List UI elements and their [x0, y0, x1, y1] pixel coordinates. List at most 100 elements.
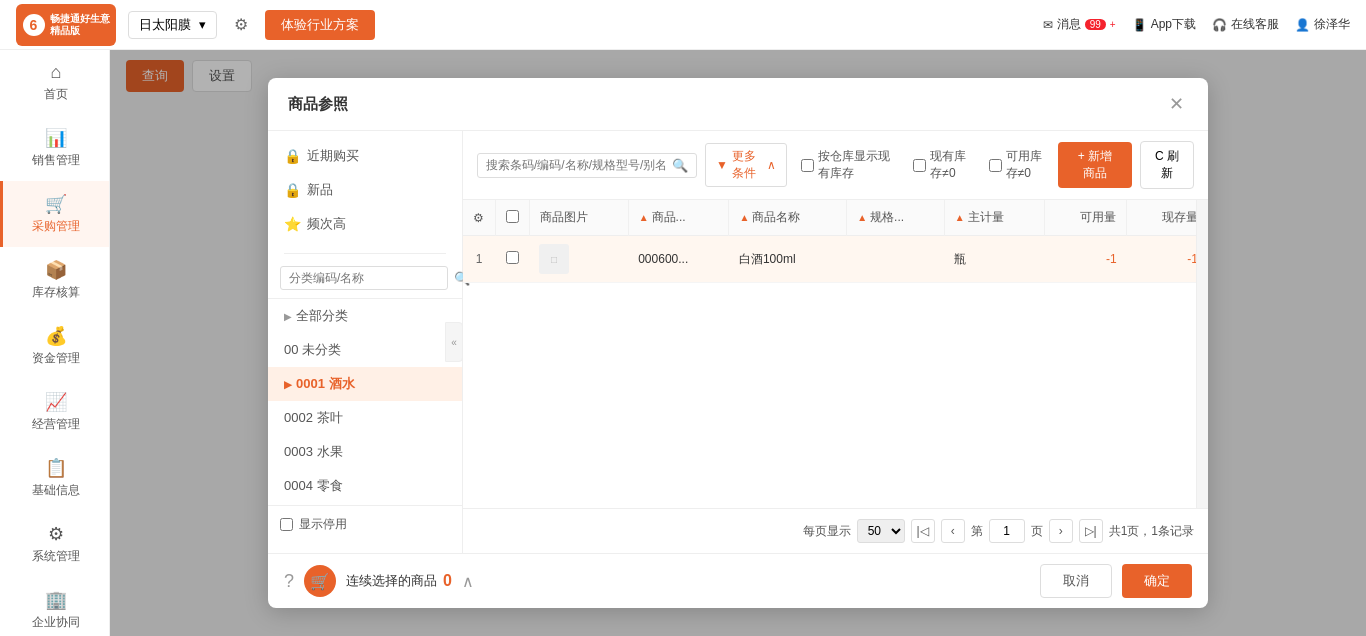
filter-label: 更多条件 [732, 148, 763, 182]
sidebar-item-sales[interactable]: 📊 销售管理 [0, 115, 109, 181]
frequent-item[interactable]: ⭐ 频次高 [268, 207, 462, 241]
warehouse-checkbox-label[interactable]: 按仓库显示现有库存 [801, 148, 899, 182]
product-dialog: 商品参照 ✕ 🔒 近期购买 🔒 [268, 78, 1208, 608]
usable-ne0-checkbox[interactable] [989, 159, 1002, 172]
messages-btn[interactable]: ✉ 消息 99 + [1043, 16, 1116, 33]
th-img-label: 商品图片 [540, 210, 588, 224]
sidebar-item-label: 经营管理 [32, 416, 80, 433]
sort-icon: ▲ [739, 212, 749, 223]
last-page-btn[interactable]: ▷| [1079, 519, 1103, 543]
settings-icon[interactable]: ⚙ [225, 9, 257, 41]
help-icon[interactable]: ? [284, 571, 294, 592]
category-all[interactable]: ▶ 全部分类 [268, 299, 462, 333]
recent-icon: 🔒 [284, 148, 301, 164]
prev-page-btn[interactable]: ‹ [941, 519, 965, 543]
next-page-btn[interactable]: › [1049, 519, 1073, 543]
product-search-input[interactable] [486, 158, 666, 172]
first-page-btn[interactable]: |◁ [911, 519, 935, 543]
show-disabled-label: 显示停用 [299, 516, 347, 533]
tenant-name: 日太阳膜 [139, 16, 191, 34]
sidebar-item-operations[interactable]: 📈 经营管理 [0, 379, 109, 445]
exp-btn[interactable]: 体验行业方案 [265, 10, 375, 40]
warehouse-checkbox[interactable] [801, 159, 814, 172]
th-settings[interactable]: ⚙ [463, 200, 495, 236]
category-liquor[interactable]: ▶ 0001 酒水 [268, 367, 462, 401]
dialog-close-button[interactable]: ✕ [1164, 92, 1188, 116]
dialog-footer: ? 🛒 连续选择的商品 0 ∧ 取消 确定 [268, 553, 1208, 608]
selected-info: 连续选择的商品 0 [346, 572, 452, 590]
category-uncategorized[interactable]: 00 未分类 [268, 333, 462, 367]
refresh-btn[interactable]: C 刷新 [1140, 141, 1194, 189]
page-number-input[interactable] [989, 519, 1025, 543]
cell-num: 1 [463, 236, 495, 283]
logo-text: 畅捷通好生意 精品版 [50, 13, 110, 37]
tenant-dropdown[interactable]: 日太阳膜 ▾ [128, 11, 217, 39]
cell-name: 白酒100ml [729, 236, 847, 283]
sidebar-item-inventory[interactable]: 📦 库存核算 [0, 247, 109, 313]
th-code[interactable]: ▲ 商品... [628, 200, 729, 236]
sidebar-item-finance[interactable]: 💰 资金管理 [0, 313, 109, 379]
stock-ne0-checkbox[interactable] [913, 159, 926, 172]
operations-icon: 📈 [45, 391, 67, 413]
online-service-btn[interactable]: 🎧 在线客服 [1212, 16, 1279, 33]
sidebar-item-enterprise[interactable]: 🏢 企业协同 [0, 577, 109, 636]
sidebar-item-home[interactable]: ⌂ 首页 [0, 50, 109, 115]
th-name[interactable]: ▲ 商品名称 [729, 200, 847, 236]
product-toolbar: 🔍 ▼ 更多条件 ∧ 按仓库显示现有库存 [463, 131, 1208, 200]
sidebar-item-label: 企业协同 [32, 614, 80, 631]
page-size-select[interactable]: 50 [857, 519, 905, 543]
category-tea[interactable]: 0002 茶叶 [268, 401, 462, 435]
add-product-btn[interactable]: + 新增商品 [1058, 142, 1132, 188]
category-snacks[interactable]: 0004 零食 [268, 469, 462, 503]
th-name-label: 商品名称 [752, 209, 800, 226]
cell-available: -1 [1045, 236, 1127, 283]
modal-overlay: 商品参照 ✕ 🔒 近期购买 🔒 [110, 50, 1366, 636]
sort-icon: ▲ [639, 212, 649, 223]
home-icon: ⌂ [51, 62, 62, 83]
user-avatar[interactable]: 👤 徐泽华 [1295, 16, 1350, 33]
page-unit: 页 [1031, 523, 1043, 540]
cancel-button[interactable]: 取消 [1040, 564, 1112, 598]
stock-ne0-label: 现有库存≠0 [930, 148, 974, 182]
available-value: -1 [1106, 252, 1117, 266]
page-label: 第 [971, 523, 983, 540]
table-row[interactable]: 1 □ [463, 236, 1208, 283]
product-table: ⚙ 商品图片 [463, 200, 1208, 283]
collapse-left-panel-btn[interactable]: « [445, 322, 463, 362]
last-page-icon: ▷| [1085, 524, 1097, 538]
category-arrow-active: ▶ [284, 379, 292, 390]
left-divider [284, 253, 446, 254]
cart-icon[interactable]: 🛒 [304, 565, 336, 597]
app-download-icon: 📱 [1132, 18, 1147, 32]
confirm-button[interactable]: 确定 [1122, 564, 1192, 598]
product-search-icon[interactable]: 🔍 [672, 158, 688, 173]
footer-buttons: 取消 确定 [1040, 564, 1192, 598]
app-download-btn[interactable]: 📱 App下载 [1132, 16, 1196, 33]
row-checkbox[interactable] [506, 251, 519, 264]
th-unit[interactable]: ▲ 主计量 [944, 200, 1045, 236]
usable-ne0-checkbox-label[interactable]: 可用库存≠0 [989, 148, 1050, 182]
sidebar-item-system[interactable]: ⚙ 系统管理 [0, 511, 109, 577]
sidebar-item-label: 资金管理 [32, 350, 80, 367]
th-available: 可用量 [1045, 200, 1127, 236]
scrollbar[interactable] [1196, 200, 1208, 508]
collapse-footer-icon[interactable]: ∧ [462, 572, 474, 591]
category-fruit[interactable]: 0003 水果 [268, 435, 462, 469]
dialog-title: 商品参照 [288, 95, 348, 114]
navbar: 6 畅捷通好生意 精品版 日太阳膜 ▾ ⚙ 体验行业方案 ✉ 消息 99 + 📱… [0, 0, 1366, 50]
usable-ne0-label: 可用库存≠0 [1006, 148, 1050, 182]
stock-ne0-checkbox-label[interactable]: 现有库存≠0 [913, 148, 974, 182]
recent-purchase-item[interactable]: 🔒 近期购买 [268, 139, 462, 173]
pagination: 每页显示 50 |◁ ‹ 第 页 [463, 508, 1208, 553]
show-disabled-area: 显示停用 [268, 505, 462, 543]
more-filter-btn[interactable]: ▼ 更多条件 ∧ [705, 143, 787, 187]
sidebar-item-basic-info[interactable]: 📋 基础信息 [0, 445, 109, 511]
th-spec[interactable]: ▲ 规格... [847, 200, 945, 236]
cell-code: 000600... [628, 236, 729, 283]
category-search-input[interactable] [280, 266, 448, 290]
select-all-checkbox[interactable] [506, 210, 519, 223]
sidebar-item-purchase[interactable]: 🛒 采购管理 [0, 181, 109, 247]
show-disabled-checkbox[interactable] [280, 518, 293, 531]
new-product-item[interactable]: 🔒 新品 [268, 173, 462, 207]
product-search-box: 🔍 [477, 153, 697, 178]
